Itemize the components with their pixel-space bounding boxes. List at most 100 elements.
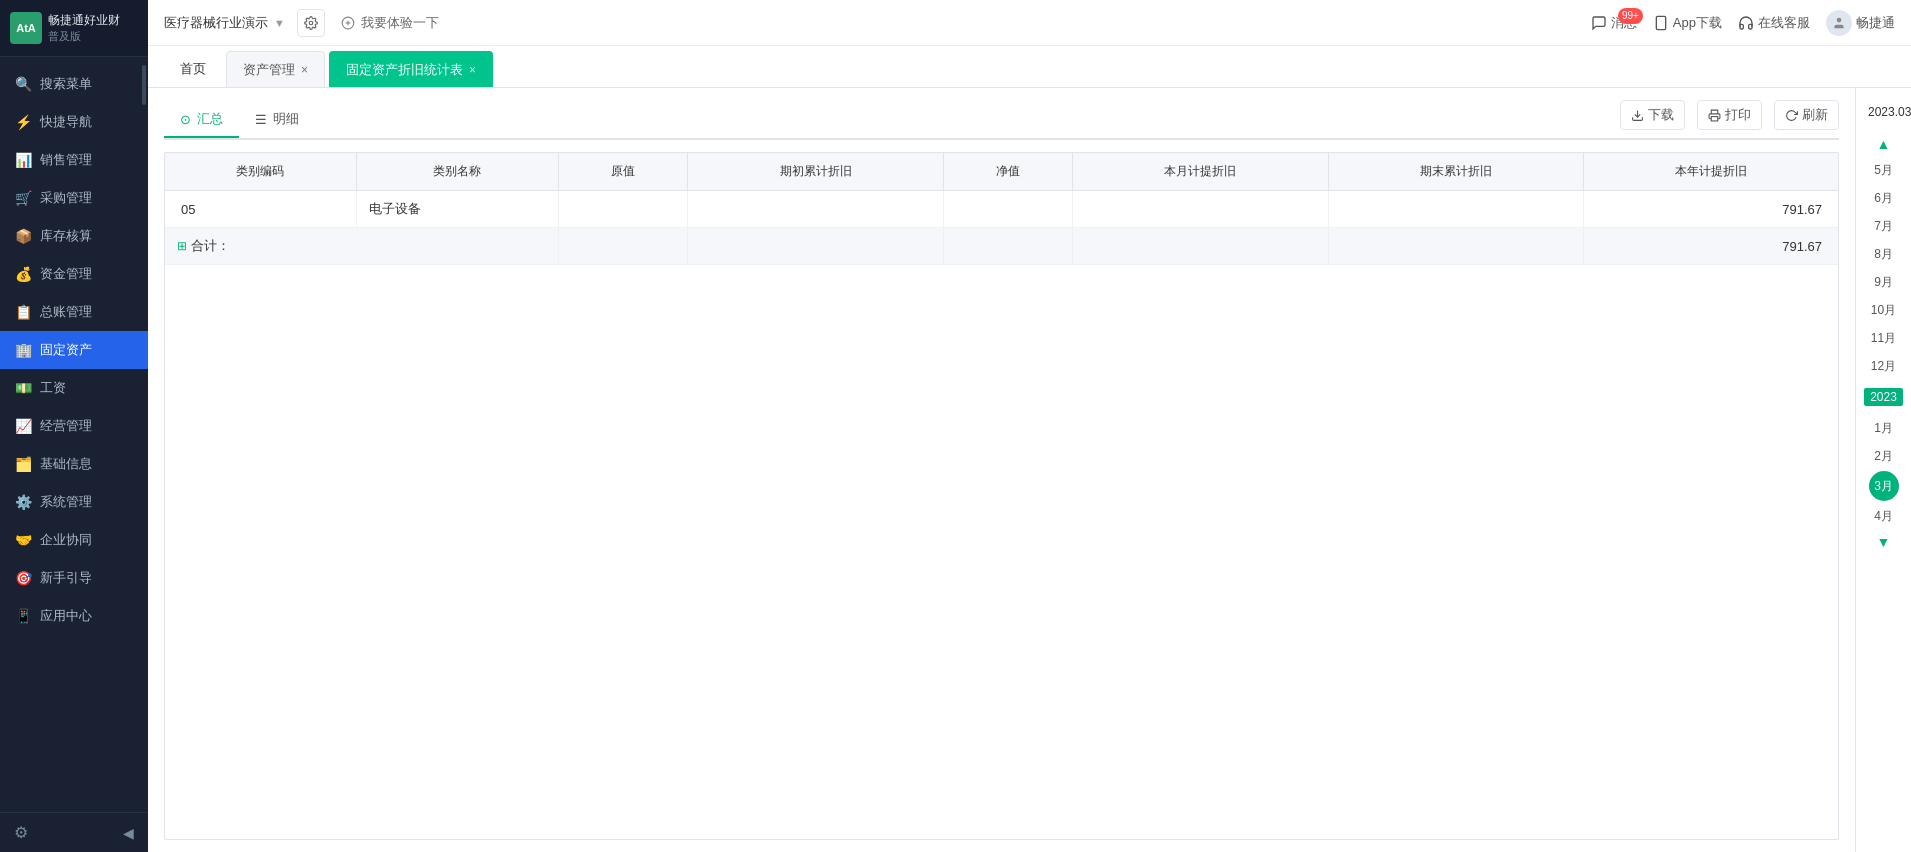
tab-asset-manage-close-icon[interactable]: × <box>301 63 308 77</box>
detail-icon: ☰ <box>255 112 267 127</box>
trial-label: 我要体验一下 <box>361 14 439 32</box>
month-item-11[interactable]: 11月 <box>1862 325 1906 351</box>
month-item-2[interactable]: 2月 <box>1862 443 1906 469</box>
sidebar-item-ledger[interactable]: 📋 总账管理 <box>0 293 148 331</box>
sidebar-item-label: 新手引导 <box>40 569 92 587</box>
topbar-right: 消息 99+ App下载 在线客服 畅捷通 <box>1591 10 1895 36</box>
service-button[interactable]: 在线客服 <box>1738 14 1810 32</box>
sidebar-item-label: 工资 <box>40 379 66 397</box>
sidebar-item-label: 应用中心 <box>40 607 92 625</box>
data-table-wrapper: 类别编码 类别名称 原值 期初累计折旧 净值 本月计提折旧 期末累计折旧 本年计… <box>164 152 1839 840</box>
sidebar-item-system[interactable]: ⚙️ 系统管理 <box>0 483 148 521</box>
main-area: 医疗器械行业演示 ▼ 我要体验一下 消息 99+ App下载 在线客 <box>148 0 1911 852</box>
sub-tab-summary-label: 汇总 <box>197 110 223 128</box>
tab-home[interactable]: 首页 <box>164 51 222 87</box>
toolbar: 下载 打印 刷新 <box>1620 100 1839 130</box>
sidebar-item-enterprise[interactable]: 🤝 企业协同 <box>0 521 148 559</box>
month-item-12[interactable]: 12月 <box>1862 353 1906 379</box>
sidebar-item-fixed-asset[interactable]: 🏢 固定资产 <box>0 331 148 369</box>
tab-fixed-asset-label: 固定资产折旧统计表 <box>346 61 463 79</box>
sidebar-item-inventory[interactable]: 📦 库存核算 <box>0 217 148 255</box>
summary-icon: ⊙ <box>180 112 191 127</box>
refresh-icon <box>1785 109 1798 122</box>
cell-beginning-dep <box>688 191 944 228</box>
sub-tabs: ⊙ 汇总 ☰ 明细 下载 打印 <box>164 100 1839 140</box>
cell-net-value <box>944 191 1073 228</box>
sub-tab-detail[interactable]: ☰ 明细 <box>239 102 315 138</box>
total-ending-dep <box>1328 228 1584 265</box>
print-icon <box>1708 109 1721 122</box>
sidebar-item-operations[interactable]: 📈 经营管理 <box>0 407 148 445</box>
print-button[interactable]: 打印 <box>1697 100 1762 130</box>
download-label: 下载 <box>1648 106 1674 124</box>
total-monthly-dep <box>1073 228 1329 265</box>
table-row: 05 电子设备 791.67 <box>165 191 1838 228</box>
year-badge-item: 2023 <box>1862 384 1906 410</box>
refresh-button[interactable]: 刷新 <box>1774 100 1839 130</box>
download-btn-icon <box>1631 109 1644 122</box>
app-download-button[interactable]: App下载 <box>1653 14 1722 32</box>
right-date-panel: 2023.03 ✕ ⤢ ▲ 5月 6月 7月 8月 9月 10月 11月 12月… <box>1855 88 1911 852</box>
user-icon <box>1832 16 1846 30</box>
col-header-net-value: 净值 <box>944 153 1073 191</box>
gear-icon: ⚙️ <box>14 493 32 511</box>
month-item-5[interactable]: 5月 <box>1862 157 1906 183</box>
sidebar-item-search[interactable]: 🔍 搜索菜单 <box>0 65 148 103</box>
box-icon: 📦 <box>14 227 32 245</box>
sidebar-settings-icon[interactable]: ⚙ <box>14 823 28 842</box>
sidebar-item-sales[interactable]: 📊 销售管理 <box>0 141 148 179</box>
topbar-settings-button[interactable] <box>297 9 325 37</box>
total-net-value <box>944 228 1073 265</box>
cell-name: 电子设备 <box>356 191 559 228</box>
user-profile[interactable]: 畅捷通 <box>1826 10 1895 36</box>
cell-annual-dep: 791.67 <box>1584 191 1838 228</box>
panel-header-row: 2023.03 ✕ ⤢ <box>1856 96 1911 128</box>
refresh-label: 刷新 <box>1802 106 1828 124</box>
sidebar-collapse-icon[interactable]: ◀ <box>123 825 134 841</box>
sidebar-item-basic-info[interactable]: 🗂️ 基础信息 <box>0 445 148 483</box>
sidebar-item-payroll[interactable]: 💵 工资 <box>0 369 148 407</box>
message-button[interactable]: 消息 99+ <box>1591 14 1637 32</box>
col-header-original: 原值 <box>559 153 688 191</box>
message-icon <box>1591 15 1607 31</box>
company-selector[interactable]: 医疗器械行业演示 ▼ <box>164 14 285 32</box>
month-item-3-active[interactable]: 3月 <box>1869 471 1899 501</box>
month-item-4[interactable]: 4月 <box>1862 503 1906 529</box>
month-item-6[interactable]: 6月 <box>1862 185 1906 211</box>
trial-button[interactable]: 我要体验一下 <box>341 14 439 32</box>
panel-scroll-up-button[interactable]: ▲ <box>1872 132 1896 156</box>
operations-icon: 📈 <box>14 417 32 435</box>
sidebar-item-label: 资金管理 <box>40 265 92 283</box>
month-item-9[interactable]: 9月 <box>1862 269 1906 295</box>
total-beginning-dep <box>688 228 944 265</box>
month-item-10[interactable]: 10月 <box>1862 297 1906 323</box>
sidebar-navigation: 🔍 搜索菜单 ⚡ 快捷导航 📊 销售管理 🛒 采购管理 📦 库存核算 💰 资金管… <box>0 57 148 812</box>
handshake-icon: 🤝 <box>14 531 32 549</box>
content-main: ⊙ 汇总 ☰ 明细 下载 打印 <box>148 88 1855 852</box>
tab-fixed-asset-depreciation[interactable]: 固定资产折旧统计表 × <box>329 51 493 87</box>
total-original <box>559 228 688 265</box>
app-download-label: App下载 <box>1673 14 1722 32</box>
tab-asset-manage[interactable]: 资产管理 × <box>226 51 325 87</box>
month-item-7[interactable]: 7月 <box>1862 213 1906 239</box>
month-item-1[interactable]: 1月 <box>1862 415 1906 441</box>
table-header-row: 类别编码 类别名称 原值 期初累计折旧 净值 本月计提折旧 期末累计折旧 本年计… <box>165 153 1838 191</box>
col-header-name: 类别名称 <box>356 153 559 191</box>
avatar <box>1826 10 1852 36</box>
sidebar-item-capital[interactable]: 💰 资金管理 <box>0 255 148 293</box>
total-icon: ⊞ <box>177 239 187 253</box>
sidebar-item-app-center[interactable]: 📱 应用中心 <box>0 597 148 635</box>
download-button[interactable]: 下载 <box>1620 100 1685 130</box>
sidebar-item-purchase[interactable]: 🛒 采购管理 <box>0 179 148 217</box>
company-caret-icon: ▼ <box>274 17 285 29</box>
col-header-code: 类别编码 <box>165 153 356 191</box>
month-item-8[interactable]: 8月 <box>1862 241 1906 267</box>
panel-scroll-down-button[interactable]: ▼ <box>1872 530 1896 554</box>
sidebar-item-quick-nav[interactable]: ⚡ 快捷导航 <box>0 103 148 141</box>
sidebar-item-guide[interactable]: 🎯 新手引导 <box>0 559 148 597</box>
logo-text: AtA <box>16 22 36 34</box>
svg-rect-4 <box>1656 16 1665 29</box>
tab-fixed-asset-close-icon[interactable]: × <box>469 63 476 77</box>
sub-tab-summary[interactable]: ⊙ 汇总 <box>164 102 239 138</box>
money-icon: 💰 <box>14 265 32 283</box>
